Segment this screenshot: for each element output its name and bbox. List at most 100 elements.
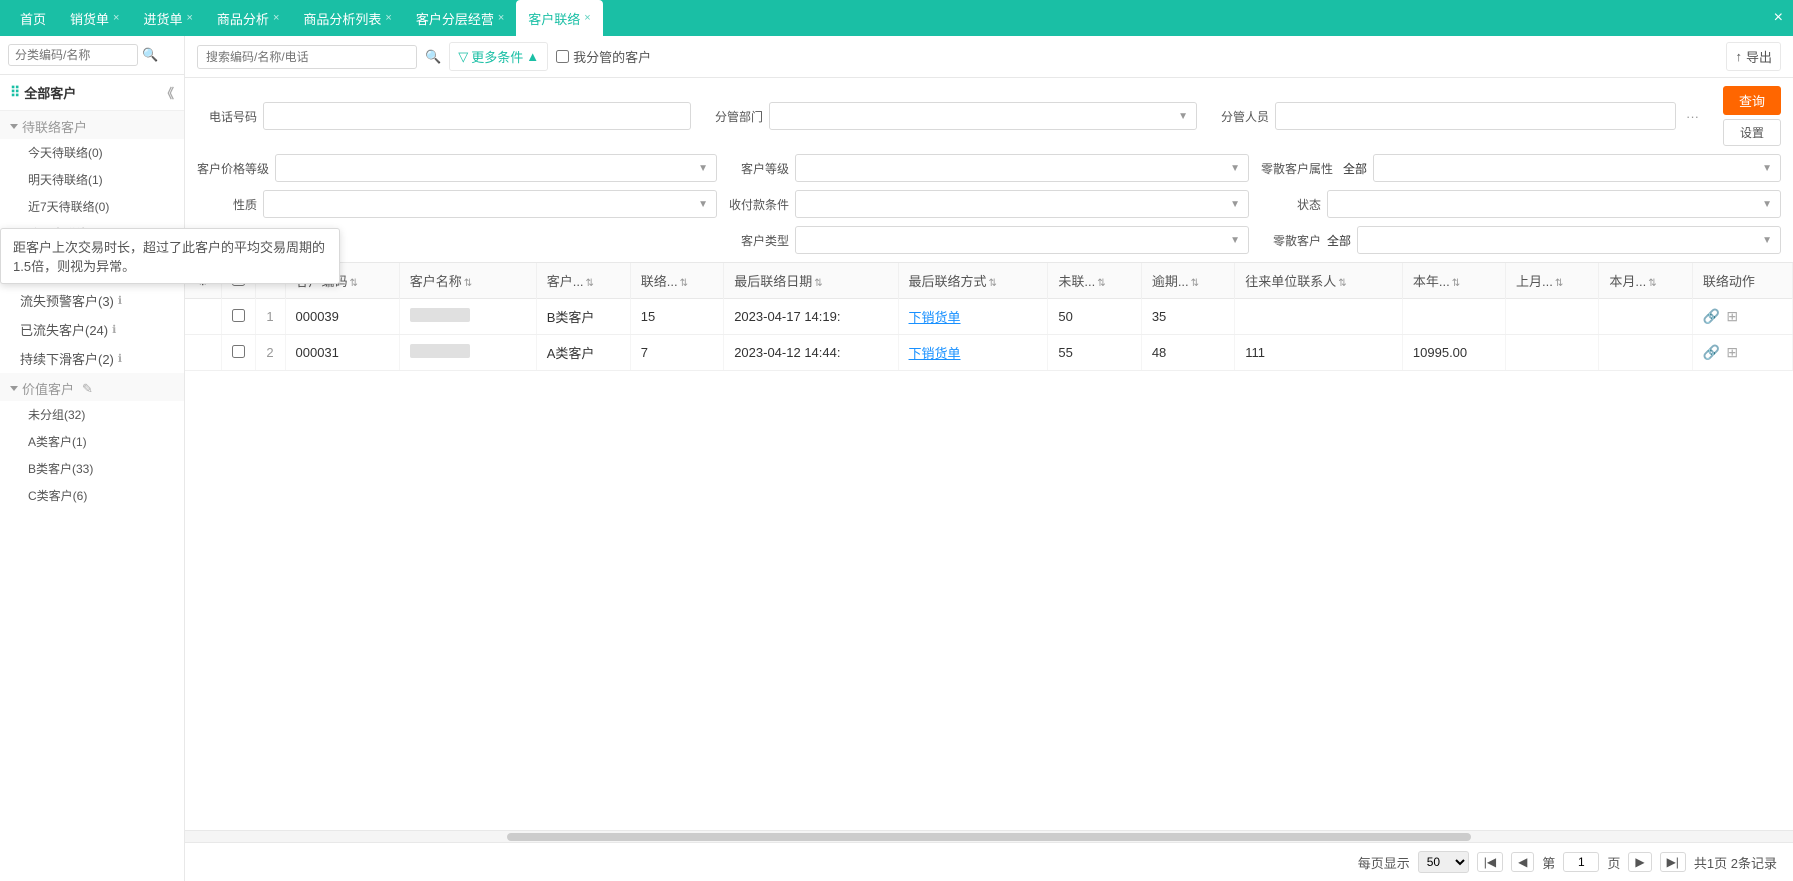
col-this-month[interactable]: 本月...⇅ (1599, 263, 1692, 299)
nature-chevron-icon: ▼ (698, 199, 708, 210)
filter-person: 分管人员 ··· (1209, 102, 1703, 130)
person-dots-icon[interactable]: ··· (1682, 109, 1703, 124)
sidebar-item-7days-contact[interactable]: 近7天待联络(0) (0, 193, 184, 220)
nav-tab-customer-contact[interactable]: 客户联络 × (516, 0, 602, 36)
row1-checkbox[interactable] (221, 299, 255, 335)
row1-last-way[interactable]: 下销货单 (898, 299, 1048, 335)
sidebar-item-lost-warning[interactable]: 流失预警客户(3) ℹ (0, 286, 184, 315)
my-customer-checkbox-area[interactable]: 我分管的客户 (556, 47, 651, 66)
col-last-month[interactable]: 上月...⇅ (1505, 263, 1598, 299)
last-page-button[interactable]: ▶| (1660, 852, 1686, 872)
row2-unit-contact: 111 (1235, 335, 1403, 371)
filter-row-2: 客户价格等级 ▼ 客户等级 ▼ 零散客户属性 全部 (197, 154, 1781, 182)
per-page-label: 每页显示 (1358, 853, 1410, 872)
row2-last-way[interactable]: 下销货单 (898, 335, 1048, 371)
col-unit-contact[interactable]: 往来单位联系人⇅ (1235, 263, 1403, 299)
row2-link-icon[interactable]: 🔗 (1703, 344, 1720, 361)
person-input[interactable] (1275, 102, 1676, 130)
sidebar-search-input[interactable] (8, 44, 138, 66)
first-page-button[interactable]: |◀ (1477, 852, 1503, 872)
nature-select[interactable]: ▼ (263, 190, 717, 218)
row1-settings (185, 299, 221, 335)
page-suffix: 页 (1607, 853, 1620, 872)
col-last-contact-date[interactable]: 最后联络日期⇅ (724, 263, 898, 299)
edit-value-group-icon[interactable]: ✎ (82, 381, 93, 397)
row2-overdue: 48 (1141, 335, 1234, 371)
close-purchase-icon[interactable]: × (186, 12, 192, 24)
close-layers-icon[interactable]: × (498, 12, 504, 24)
sidebar-search-icon[interactable]: 🔍 (142, 47, 158, 63)
sidebar-item-class-c[interactable]: C类客户(6) (0, 482, 184, 509)
more-conditions-button[interactable]: ▽ 更多条件 ▲ (449, 42, 548, 71)
row1-uncontacted: 50 (1048, 299, 1141, 335)
row2-checkbox[interactable] (221, 335, 255, 371)
query-button[interactable]: 查询 (1723, 86, 1781, 115)
status-select[interactable]: ▼ (1327, 190, 1781, 218)
info-icon-3: ℹ (112, 323, 116, 336)
row1-grid-icon[interactable]: ⊞ (1726, 308, 1738, 325)
data-table-area: ⚙ 客户编码⇅ 客户名称⇅ 客户...⇅ 联络...⇅ 最后联络日期⇅ 最后联络… (185, 263, 1793, 830)
sidebar-item-tomorrow-contact[interactable]: 明天待联络(1) (0, 166, 184, 193)
close-sales-icon[interactable]: × (113, 12, 119, 24)
sidebar-item-unclassified[interactable]: 未分组(32) (0, 401, 184, 428)
sidebar-item-class-a[interactable]: A类客户(1) (0, 428, 184, 455)
customer-level-select[interactable]: ▼ (795, 154, 1249, 182)
horizontal-scrollbar[interactable] (185, 830, 1793, 842)
row1-overdue: 35 (1141, 299, 1234, 335)
search-input[interactable] (197, 45, 417, 69)
close-contact-icon[interactable]: × (584, 12, 590, 24)
sidebar-item-declining[interactable]: 持续下滑客户(2) ℹ (0, 344, 184, 373)
page-number-input[interactable] (1563, 852, 1599, 872)
export-button[interactable]: ↑ 导出 (1726, 42, 1781, 71)
sidebar-item-today-contact[interactable]: 今天待联络(0) (0, 139, 184, 166)
content-area: 距客户上次交易时长，超过了此客户的平均交易周期的1.5倍，则视为异常。 🔍 ▽ … (185, 36, 1793, 881)
dept-select[interactable]: ▼ (769, 102, 1197, 130)
info-icon-2: ℹ (118, 294, 122, 307)
scattered-attr-select[interactable]: ▼ (1373, 154, 1781, 182)
nav-tab-home[interactable]: 首页 (8, 0, 58, 36)
row2-this-year: 10995.00 (1402, 335, 1505, 371)
customer-type-select[interactable]: ▼ (795, 226, 1249, 254)
nav-tab-customer-layers[interactable]: 客户分层经营 × (404, 0, 516, 36)
row1-link-icon[interactable]: 🔗 (1703, 308, 1720, 325)
nav-tab-analysis-list[interactable]: 商品分析列表 × (291, 0, 403, 36)
search-icon[interactable]: 🔍 (425, 49, 441, 65)
sidebar-collapse-icon[interactable]: 《 (161, 83, 174, 102)
my-customer-checkbox[interactable] (556, 50, 569, 63)
filter-scattered-attr: 零散客户属性 全部 ▼ (1261, 154, 1781, 182)
settings-button[interactable]: 设置 (1723, 119, 1781, 146)
next-page-button[interactable]: ▶ (1628, 852, 1651, 872)
prev-page-button[interactable]: ◀ (1511, 852, 1534, 872)
filter-row-1: 电话号码 分管部门 ▼ 分管人员 ··· 查询 设置 (197, 86, 1781, 146)
filter-payment: 收付款条件 ▼ (729, 190, 1249, 218)
price-level-select[interactable]: ▼ (275, 154, 717, 182)
sidebar-item-already-lost[interactable]: 已流失客户(24) ℹ (0, 315, 184, 344)
sidebar-item-class-b[interactable]: B类客户(33) (0, 455, 184, 482)
table-row: 2 000031 A类客户 7 2023-04-12 14:44: 下销货单 5… (185, 335, 1793, 371)
payment-select[interactable]: ▼ (795, 190, 1249, 218)
phone-input[interactable] (263, 102, 691, 130)
col-last-contact-way[interactable]: 最后联络方式⇅ (898, 263, 1048, 299)
col-contact[interactable]: 联络...⇅ (630, 263, 723, 299)
row2-num: 2 (255, 335, 285, 371)
close-analysis-list-icon[interactable]: × (385, 12, 391, 24)
col-customer-class[interactable]: 客户...⇅ (536, 263, 630, 299)
row1-code: 000039 (285, 299, 399, 335)
close-all-tabs-button[interactable]: × (1774, 9, 1783, 27)
blurred-name-2 (410, 344, 470, 358)
row2-this-month (1599, 335, 1692, 371)
per-page-select[interactable]: 50 20 100 (1418, 851, 1469, 873)
row1-name (399, 299, 536, 335)
col-customer-name[interactable]: 客户名称⇅ (399, 263, 536, 299)
nav-tab-purchase[interactable]: 进货单 × (131, 0, 204, 36)
tooltip-box: 距客户上次交易时长，超过了此客户的平均交易周期的1.5倍，则视为异常。 (185, 228, 340, 284)
scattered-customer-select[interactable]: ▼ (1357, 226, 1781, 254)
row2-grid-icon[interactable]: ⊞ (1726, 344, 1738, 361)
nav-tab-analysis[interactable]: 商品分析 × (205, 0, 291, 36)
close-analysis-icon[interactable]: × (273, 12, 279, 24)
col-this-year[interactable]: 本年...⇅ (1402, 263, 1505, 299)
payment-chevron-icon: ▼ (1230, 199, 1240, 210)
col-overdue[interactable]: 逾期...⇅ (1141, 263, 1234, 299)
nav-tab-sales[interactable]: 销货单 × (58, 0, 131, 36)
col-uncontacted[interactable]: 未联...⇅ (1048, 263, 1141, 299)
